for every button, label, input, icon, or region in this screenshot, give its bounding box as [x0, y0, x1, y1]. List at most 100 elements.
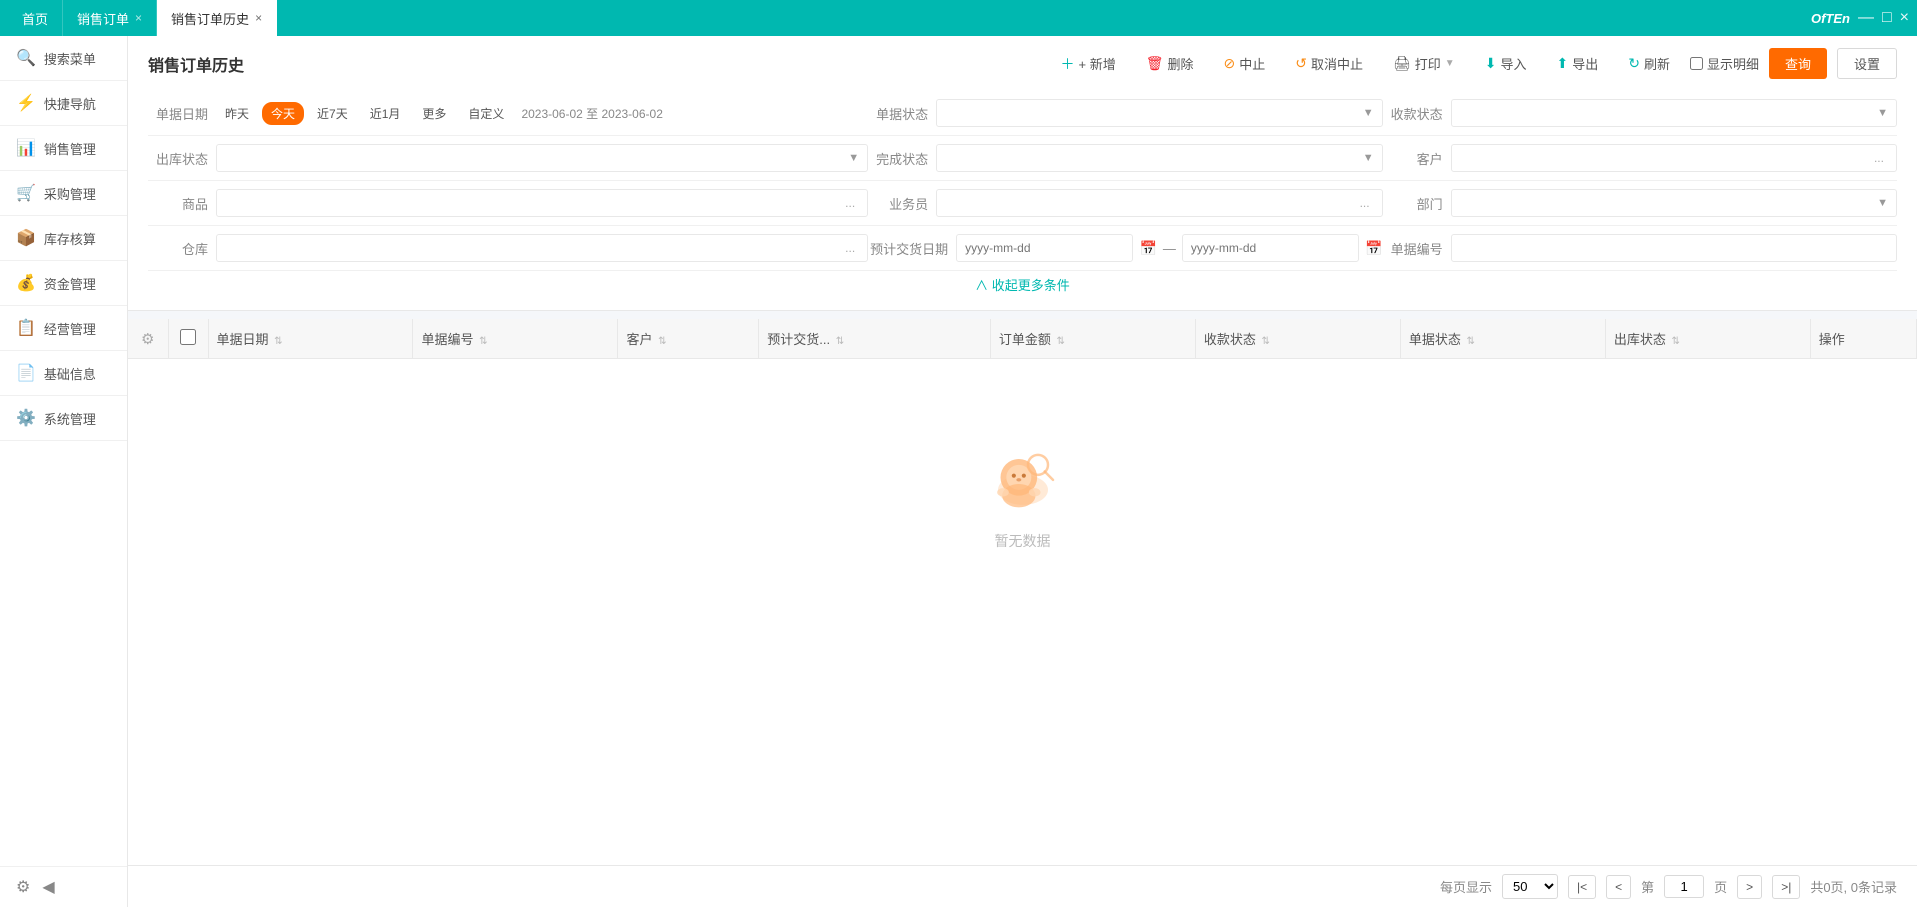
minimize-btn[interactable]: — [1858, 9, 1874, 27]
show-detail-input[interactable] [1690, 57, 1703, 70]
bill-status-select[interactable]: ▼ [936, 99, 1382, 127]
query-button[interactable]: 查询 [1769, 48, 1827, 79]
th-checkbox [168, 319, 208, 359]
sidebar-item-sales-mgmt[interactable]: 📊 销售管理 [0, 126, 127, 171]
th-bill-no: 单据编号 ⇅ [413, 319, 618, 359]
product-label: 商品 [148, 194, 208, 213]
sidebar-item-inventory[interactable]: 📦 库存核算 [0, 216, 127, 261]
brand-label: OfTEn [1811, 11, 1850, 26]
operations-icon: 📋 [16, 318, 36, 338]
setting-button[interactable]: 设置 [1837, 48, 1897, 79]
sidebar-item-label: 销售管理 [44, 139, 96, 158]
purchase-mgmt-icon: 🛒 [16, 183, 36, 203]
bill-no-label: 单据编号 [1383, 239, 1443, 258]
filter-bill-status: 单据状态 ▼ [868, 99, 1382, 127]
filter-date: 单据日期 昨天 今天 近7天 近1月 更多 自定义 2023-06-02 至 2… [148, 102, 868, 125]
filter-expected-date: 预计交货日期 📅 — 📅 [868, 234, 1382, 262]
sort-out-status-icon[interactable]: ⇅ [1671, 336, 1679, 347]
new-button[interactable]: ＋ + 新增 [1050, 49, 1125, 79]
tab-sales-order[interactable]: 销售订单 × [63, 0, 157, 36]
import-button[interactable]: ⬇ 导入 [1475, 49, 1537, 78]
gear-icon[interactable]: ⚙ [141, 331, 154, 348]
sales-mgmt-icon: 📊 [16, 138, 36, 158]
filter-complete-status: 完成状态 ▼ [868, 144, 1382, 172]
sidebar-collapse-icon[interactable]: ◀ [42, 877, 54, 897]
tab-home[interactable]: 首页 [8, 0, 63, 36]
date-tab-custom[interactable]: 自定义 [459, 102, 513, 125]
th-expected-date: 预计交货... ⇅ [759, 319, 991, 359]
date-from-input[interactable] [956, 234, 1133, 262]
sidebar-item-label: 基础信息 [44, 364, 96, 383]
calendar-to-icon[interactable]: 📅 [1365, 240, 1382, 257]
close-tab-sales-order[interactable]: × [135, 11, 142, 25]
date-tab-today[interactable]: 今天 [262, 102, 304, 125]
export-icon: ⬆ [1556, 55, 1568, 72]
select-all-checkbox[interactable] [180, 329, 196, 345]
sidebar-item-basic-info[interactable]: 📄 基础信息 [0, 351, 127, 396]
date-tab-1month[interactable]: 近1月 [361, 102, 410, 125]
collapse-bar[interactable]: ∧ 收起更多条件 [148, 271, 1897, 302]
sidebar-item-search-menu[interactable]: 🔍 搜索菜单 [0, 36, 127, 81]
next-page-btn[interactable]: > [1737, 875, 1762, 899]
customer-dots-icon[interactable]: ... [1870, 151, 1888, 165]
page-header: 销售订单历史 ＋ + 新增 🗑 删除 ⊘ 中止 ↺ [128, 36, 1917, 311]
per-page-label: 每页显示 [1440, 877, 1492, 896]
complete-status-label: 完成状态 [868, 149, 928, 168]
department-select[interactable]: ▼ [1451, 189, 1897, 217]
department-arrow-icon: ▼ [1877, 197, 1888, 209]
stop-button[interactable]: ⊘ 中止 [1214, 49, 1276, 78]
filter-warehouse: 仓库 ... [148, 234, 868, 262]
complete-status-select[interactable]: ▼ [936, 144, 1382, 172]
print-button[interactable]: 🖨 打印 ▼ [1383, 49, 1465, 78]
refresh-button[interactable]: ↻ 刷新 [1618, 49, 1680, 78]
last-page-btn[interactable]: >| [1772, 875, 1800, 899]
filter-bill-no: 单据编号 [1383, 234, 1897, 262]
sort-order-amount-icon[interactable]: ⇅ [1057, 336, 1065, 347]
collapse-up-icon: ∧ [975, 278, 992, 293]
sort-payment-status-icon[interactable]: ⇅ [1262, 336, 1270, 347]
sort-bill-date-icon[interactable]: ⇅ [274, 336, 282, 347]
sidebar-item-operations[interactable]: 📋 经营管理 [0, 306, 127, 351]
delete-button[interactable]: 🗑 删除 [1136, 49, 1204, 78]
calendar-from-icon[interactable]: 📅 [1139, 240, 1156, 257]
finance-icon: 💰 [16, 273, 36, 293]
date-to-input[interactable] [1182, 234, 1359, 262]
per-page-select[interactable]: 50 10 20 100 [1502, 874, 1558, 899]
warehouse-dots-icon[interactable]: ... [841, 241, 859, 255]
sidebar-item-purchase-mgmt[interactable]: 🛒 采购管理 [0, 171, 127, 216]
date-tab-7days[interactable]: 近7天 [308, 102, 357, 125]
bill-status-label: 单据状态 [868, 104, 928, 123]
page-input[interactable] [1664, 875, 1704, 898]
empty-state: 暂无数据 [128, 359, 1917, 591]
restore-btn[interactable]: □ [1882, 9, 1892, 27]
product-dots-icon[interactable]: ... [841, 196, 859, 210]
sort-expected-date-icon[interactable]: ⇅ [836, 336, 844, 347]
date-tab-yesterday[interactable]: 昨天 [216, 102, 258, 125]
sidebar-item-finance[interactable]: 💰 资金管理 [0, 261, 127, 306]
sidebar-item-system[interactable]: ⚙️ 系统管理 [0, 396, 127, 441]
inventory-icon: 📦 [16, 228, 36, 248]
sidebar-item-label: 经营管理 [44, 319, 96, 338]
bill-no-input[interactable] [1451, 234, 1897, 262]
payment-status-select[interactable]: ▼ [1451, 99, 1897, 127]
out-status-select[interactable]: ▼ [216, 144, 868, 172]
sort-customer-icon[interactable]: ⇅ [658, 336, 666, 347]
filter-customer: 客户 ... [1383, 144, 1897, 172]
sort-bill-status-icon[interactable]: ⇅ [1466, 336, 1474, 347]
sidebar-settings-icon[interactable]: ⚙ [16, 877, 30, 897]
cancel-stop-button[interactable]: ↺ 取消中止 [1285, 49, 1373, 78]
export-button[interactable]: ⬆ 导出 [1546, 49, 1608, 78]
department-label: 部门 [1383, 194, 1443, 213]
close-tab-history[interactable]: × [255, 11, 262, 25]
show-detail-checkbox[interactable]: 显示明细 [1690, 54, 1759, 73]
sort-bill-no-icon[interactable]: ⇅ [479, 336, 487, 347]
date-tab-more[interactable]: 更多 [413, 102, 455, 125]
sidebar-item-quick-nav[interactable]: ⚡ 快捷导航 [0, 81, 127, 126]
first-page-btn[interactable]: |< [1568, 875, 1596, 899]
tab-sales-order-history[interactable]: 销售订单历史 × [157, 0, 277, 36]
filter-salesman: 业务员 ... [868, 189, 1382, 217]
prev-page-btn[interactable]: < [1606, 875, 1631, 899]
salesman-dots-icon[interactable]: ... [1356, 196, 1374, 210]
complete-status-arrow-icon: ▼ [1363, 152, 1374, 164]
close-btn[interactable]: × [1900, 9, 1909, 27]
